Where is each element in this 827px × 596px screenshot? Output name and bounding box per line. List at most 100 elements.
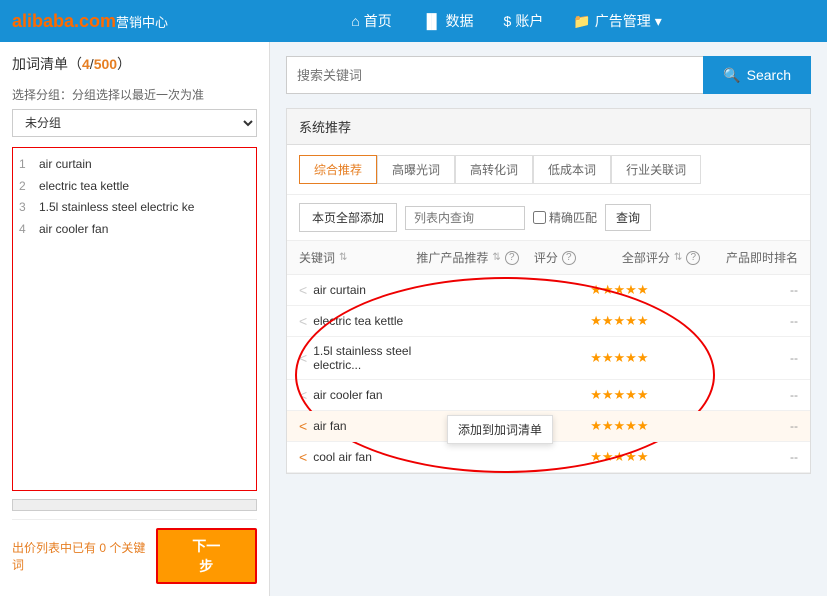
group-label: 选择分组：分组选择以最近一次为准 (12, 86, 257, 103)
info-icon-product[interactable]: ? (505, 251, 519, 265)
list-item: 2 electric tea kettle (19, 176, 250, 198)
add-arrow-icon[interactable]: < (299, 282, 307, 298)
footer-prefix: 出价列表中已有 (12, 541, 96, 555)
info-icon-score[interactable]: ? (562, 251, 576, 265)
next-button[interactable]: 下一步 (156, 528, 257, 584)
dollar-icon: $ (504, 13, 512, 29)
list-item: 4 air cooler fan (19, 219, 250, 241)
table-body: < air curtain ★★★★★ -- < electric tea ke… (287, 275, 810, 473)
add-arrow-icon[interactable]: < (299, 387, 307, 403)
stars-cell: ★★★★★ (590, 350, 694, 366)
kw-text: 1.5l stainless steel electric ke (39, 197, 194, 219)
kw-cell: air fan (313, 419, 452, 433)
stars-cell: ★★★★★ (590, 313, 694, 329)
logo-text: alibaba.com (12, 11, 116, 32)
kw-cell: 1.5l stainless steel electric... (313, 344, 452, 372)
tabs-row: 综合推荐 高曝光词 高转化词 低成本词 行业关联词 (287, 145, 810, 195)
sidebar-title: 加词清单（4/500） (12, 54, 257, 74)
nav-item-account[interactable]: $ 账户 (504, 11, 544, 31)
top-nav: alibaba.com 营销中心 ⌂ 首页 ▐▌ 数据 $ 账户 📁 广告管理 … (0, 0, 827, 42)
sort-icon-allscore[interactable]: ⇅ (674, 252, 682, 263)
table-row: < air curtain ★★★★★ -- (287, 275, 810, 306)
keyword-count: 4 (82, 56, 90, 72)
tab-comprehensive[interactable]: 综合推荐 (299, 155, 377, 184)
exact-match-text: 精确匹配 (549, 209, 597, 226)
tab-low-cost[interactable]: 低成本词 (533, 155, 611, 184)
info-icon-allscore[interactable]: ? (686, 251, 700, 265)
kw-text: air cooler fan (39, 219, 108, 241)
kw-text: electric tea kettle (39, 176, 129, 198)
kw-num: 2 (19, 176, 33, 198)
keyword-list-box: 1 air curtain 2 electric tea kettle 3 1.… (12, 147, 257, 491)
stars-cell: ★★★★★ (590, 282, 694, 298)
stars-cell: ★★★★★ (590, 387, 694, 403)
rank-cell: -- (694, 283, 798, 297)
table-row: < 1.5l stainless steel electric... ★★★★★… (287, 337, 810, 380)
nav-home-label: 首页 (364, 11, 392, 31)
col-header-product: 推广产品推荐 ⇅ ? (416, 249, 533, 266)
col-header-kw: 关键词 ⇅ (299, 249, 416, 266)
rank-cell: -- (694, 351, 798, 365)
table-row: < electric tea kettle ★★★★★ -- (287, 306, 810, 337)
right-content: 🔍 Search 系统推荐 综合推荐 高曝光词 高转化词 低成本词 行业关联词 … (270, 42, 827, 596)
kw-cell: air curtain (313, 283, 452, 297)
sidebar: 加词清单（4/500） 选择分组：分组选择以最近一次为准 未分组 1 air c… (0, 42, 270, 596)
table-header: 关键词 ⇅ 推广产品推荐 ⇅ ? 评分 ? 全部评分 ⇅ ? (287, 241, 810, 275)
sort-icon-kw[interactable]: ⇅ (339, 252, 347, 263)
search-btn-label: Search (747, 67, 791, 83)
add-arrow-icon[interactable]: < (299, 449, 307, 465)
recommend-header: 系统推荐 (287, 109, 810, 145)
search-button[interactable]: 🔍 Search (703, 56, 811, 94)
table-row: < air cooler fan ★★★★★ -- (287, 380, 810, 411)
tab-high-exposure[interactable]: 高曝光词 (377, 155, 455, 184)
stars-cell: ★★★★★ (590, 449, 694, 465)
col-header-rank: 产品即时排名 (710, 249, 798, 266)
sidebar-footer: 出价列表中已有 0 个关键词 下一步 (12, 519, 257, 584)
home-icon: ⌂ (351, 13, 359, 29)
rank-cell: -- (694, 450, 798, 464)
table-row: < cool air fan ★★★★★ -- (287, 442, 810, 473)
kw-num: 4 (19, 219, 33, 241)
kw-num: 3 (19, 197, 33, 219)
tab-high-conversion[interactable]: 高转化词 (455, 155, 533, 184)
stars-cell: ★★★★★ (590, 418, 694, 434)
action-row: 本页全部添加 精确匹配 查询 (287, 195, 810, 241)
main-layout: 加词清单（4/500） 选择分组：分组选择以最近一次为准 未分组 1 air c… (0, 42, 827, 596)
sort-icon-product[interactable]: ⇅ (492, 252, 500, 263)
kw-text: air curtain (39, 154, 92, 176)
kw-cell: air cooler fan (313, 388, 452, 402)
folder-icon: 📁 (573, 13, 590, 30)
kw-cell: cool air fan (313, 450, 452, 464)
chevron-down-icon: ▾ (655, 13, 662, 30)
search-input[interactable] (286, 56, 703, 94)
footer-count: 0 (99, 541, 106, 555)
exact-match-checkbox[interactable] (533, 211, 546, 224)
nav-items: ⌂ 首页 ▐▌ 数据 $ 账户 📁 广告管理 ▾ (198, 11, 815, 31)
rank-cell: -- (694, 314, 798, 328)
tab-industry-related[interactable]: 行业关联词 (611, 155, 701, 184)
scroll-bar[interactable] (12, 499, 257, 511)
keyword-total: 500 (94, 56, 117, 72)
add-arrow-icon[interactable]: < (299, 350, 307, 366)
nav-admanage-label: 广告管理 (595, 11, 651, 31)
rank-cell: -- (694, 388, 798, 402)
nav-item-admanage[interactable]: 📁 广告管理 ▾ (573, 11, 661, 31)
alibaba-logo: alibaba.com (12, 11, 116, 32)
exact-match-label[interactable]: 精确匹配 (533, 209, 597, 226)
list-item: 3 1.5l stainless steel electric ke (19, 197, 250, 219)
nav-item-home[interactable]: ⌂ 首页 (351, 11, 391, 31)
search-bar: 🔍 Search (286, 56, 811, 94)
add-arrow-icon[interactable]: < (299, 313, 307, 329)
nav-subtitle: 营销中心 (116, 12, 168, 31)
barchart-icon: ▐▌ (422, 13, 442, 29)
kw-cell: electric tea kettle (313, 314, 452, 328)
rank-cell: -- (694, 419, 798, 433)
query-button[interactable]: 查询 (605, 204, 651, 231)
add-arrow-icon[interactable]: < (299, 418, 307, 434)
col-header-allscore: 全部评分 ⇅ ? (622, 249, 710, 266)
nav-data-label: 数据 (446, 11, 474, 31)
list-query-input[interactable] (405, 206, 525, 230)
nav-item-data[interactable]: ▐▌ 数据 (422, 11, 474, 31)
group-select[interactable]: 未分组 (12, 109, 257, 137)
add-all-button[interactable]: 本页全部添加 (299, 203, 397, 232)
